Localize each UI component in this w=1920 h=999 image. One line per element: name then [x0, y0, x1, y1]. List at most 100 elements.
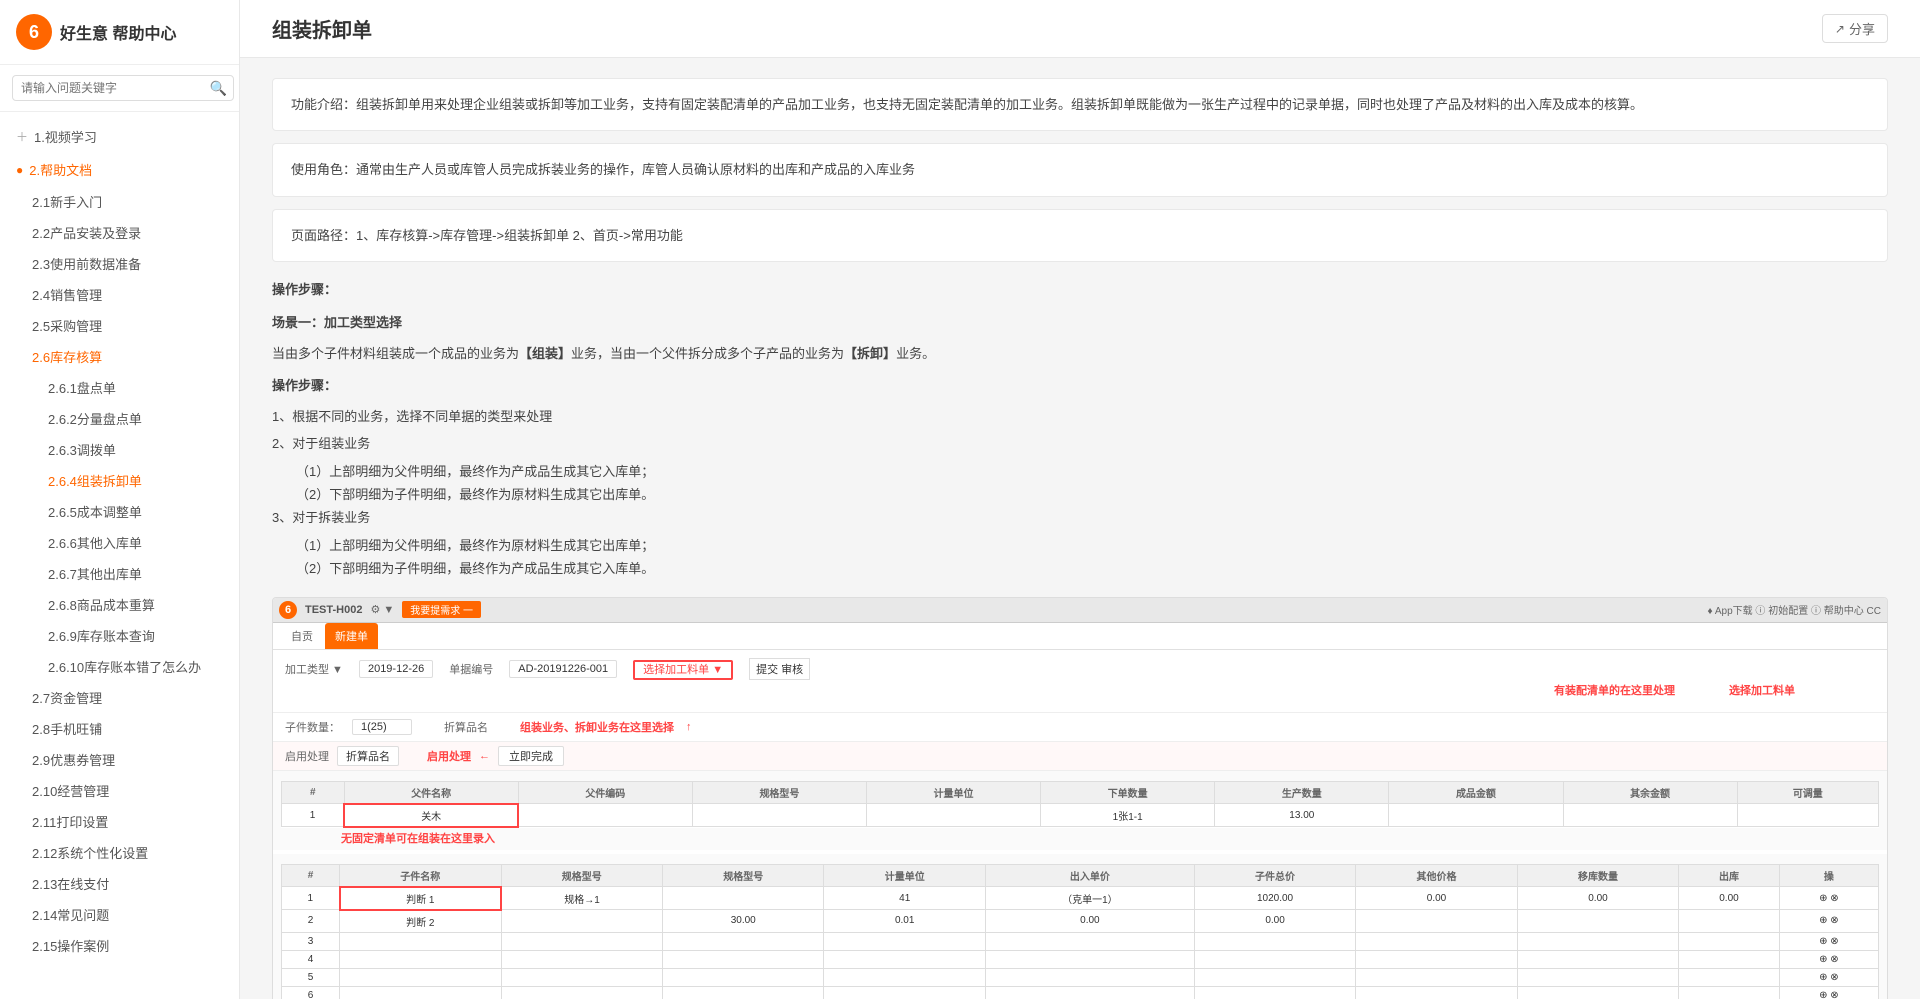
sidebar-item-coupons[interactable]: 2.9优惠券管理: [0, 744, 239, 775]
col-other-amt: 其余金额: [1563, 781, 1737, 804]
col2-unit: 计量单位: [824, 864, 985, 887]
intro-box-2: 使用角色：通常由生产人员或库管人员完成拆装业务的操作，库管人员确认原材料的出库和…: [272, 143, 1888, 196]
sim-confirm-btn[interactable]: 立即完成: [498, 746, 564, 766]
sidebar-item-other-out[interactable]: 2.6.7其他出库单: [0, 558, 239, 589]
sidebar-item-ops[interactable]: 2.10经营管理: [0, 775, 239, 806]
scene-desc: 当由多个子件材料组装成一个成品的业务为【组装】业务，当由一个父件拆分成多个子产品…: [272, 342, 1888, 367]
col-avail-qty: 可调量: [1737, 781, 1878, 804]
annotation-arrow-4: ←: [479, 750, 490, 762]
step-3-1: （1）上部明细为父件明细，最终作为原材料生成其它出库单；: [296, 534, 1888, 557]
search-input[interactable]: [12, 75, 234, 101]
sidebar-item-install[interactable]: 2.2产品安装及登录: [0, 217, 239, 248]
sidebar-item-customize[interactable]: 2.12系统个性化设置: [0, 837, 239, 868]
search-icon[interactable]: 🔍: [210, 80, 227, 97]
sidebar-item-inventory[interactable]: 2.6库存核算: [0, 341, 239, 372]
table-row: 3⊕ ⊗: [282, 932, 1879, 950]
search-box: 🔍: [0, 65, 239, 112]
col2-num: #: [282, 864, 340, 887]
annotation-arrow-3: ↑: [686, 721, 692, 733]
sidebar-item-assembly[interactable]: 2.6.4组装拆卸单: [0, 465, 239, 496]
step-2-1: （1）上部明细为父件明细，最终作为产成品生成其它入库单；: [296, 460, 1888, 483]
col-parent-code: 父件编码: [518, 781, 692, 804]
table-row: 2 判断 2 30.00 0.01 0.00 0.00 ⊕ ⊗: [282, 910, 1879, 933]
breadcrumb-box: 页面路径：1、库存核算->库存管理->组装拆卸单 2、首页->常用功能: [272, 209, 1888, 262]
sidebar-item-video[interactable]: ＋ 1.视频学习: [0, 120, 239, 153]
sidebar-item-stock-ledger[interactable]: 2.6.9库存账本查询: [0, 620, 239, 651]
sim-form-type-label: 加工类型 ▼: [285, 661, 343, 677]
col-unit: 计量单位: [867, 781, 1041, 804]
app-title: 好生意 帮助中心: [60, 20, 176, 44]
sidebar-item-docs[interactable]: ● 2.帮助文档: [0, 153, 239, 186]
intro-box-1: 功能介绍：组装拆卸单用来处理企业组装或拆卸等加工业务，支持有固定装配清单的产品加…: [272, 78, 1888, 131]
page-title: 组装拆卸单: [272, 14, 372, 43]
child-name-cell-1[interactable]: 判断 1: [340, 887, 501, 910]
table-row: 1 关木 1张1-1 13.00: [282, 804, 1879, 827]
col-order-qty: 下单数量: [1041, 781, 1215, 804]
sidebar: 6 好生意 帮助中心 🔍 ＋ 1.视频学习 ● 2.帮助文档 2.1新手入门 2…: [0, 0, 240, 999]
col2-price: 出入单价: [985, 864, 1194, 887]
page-body: 功能介绍：组装拆卸单用来处理企业组装或拆卸等加工业务，支持有固定装配清单的产品加…: [240, 58, 1920, 999]
sim-form-num-label: 单据编号: [449, 661, 493, 677]
screenshot-wrapper: 6 TEST-H002 ⚙ ▼ 我要提需求 一 ♦ App下载 ⓘ 初始配置 ⓘ…: [272, 597, 1888, 999]
sidebar-item-payment[interactable]: 2.13在线支付: [0, 868, 239, 899]
sidebar-item-cost-recalc[interactable]: 2.6.8商品成本重算: [0, 589, 239, 620]
sidebar-item-faq[interactable]: 2.14常见问题: [0, 899, 239, 930]
sidebar-item-other-in[interactable]: 2.6.6其他入库单: [0, 527, 239, 558]
sidebar-item-sales[interactable]: 2.4销售管理: [0, 279, 239, 310]
sim-form-date-input[interactable]: 2019-12-26: [359, 660, 433, 678]
sim-topbar-spacer: ⚙ ▼: [370, 603, 394, 616]
col-prod-amt: 成品金额: [1389, 781, 1563, 804]
sim-tab-new[interactable]: 新建单: [325, 623, 378, 649]
sim-form-num-input[interactable]: AD-20191226-001: [509, 660, 617, 678]
sidebar-item-mobile[interactable]: 2.8手机旺铺: [0, 713, 239, 744]
col2-name: 子件名称: [340, 864, 501, 887]
sidebar-item-partial-stocktake[interactable]: 2.6.2分量盘点单: [0, 403, 239, 434]
sim-sub-num-input[interactable]: 1(25): [352, 719, 412, 735]
annotation-text-3: 组装业务、拆卸业务在这里选择: [520, 719, 674, 735]
col-num: #: [282, 781, 345, 804]
sidebar-item-cost-adjust[interactable]: 2.6.5成本调整单: [0, 496, 239, 527]
sidebar-item-transfer[interactable]: 2.6.3调拨单: [0, 434, 239, 465]
step-3: 3、对于拆装业务: [272, 506, 1888, 529]
col-prod-qty: 生产数量: [1215, 781, 1389, 804]
sim-enable-input[interactable]: 折算品名: [337, 746, 399, 766]
sidebar-item-purchase[interactable]: 2.5采购管理: [0, 310, 239, 341]
sidebar-item-print[interactable]: 2.11打印设置: [0, 806, 239, 837]
table-row: 5⊕ ⊗: [282, 968, 1879, 986]
sidebar-item-stocktake[interactable]: 2.6.1盘点单: [0, 372, 239, 403]
sim-submit-btn[interactable]: 提交 审核: [749, 658, 810, 680]
table-row: 4⊕ ⊗: [282, 950, 1879, 968]
page-header: 组装拆卸单 ↗ 分享: [240, 0, 1920, 58]
sim-annotation-btn1[interactable]: 选择加工料单 ▼: [633, 660, 733, 680]
sim-table-parent: # 父件名称 父件编码 规格型号 计量单位 下单数量 生产数量 成品金额 其余金…: [281, 781, 1879, 828]
logo-area: 6 好生意 帮助中心: [0, 0, 239, 65]
share-button[interactable]: ↗ 分享: [1822, 14, 1888, 43]
sidebar-item-cases[interactable]: 2.15操作案例: [0, 930, 239, 961]
col2-other: 其他价格: [1356, 864, 1517, 887]
sidebar-item-newbie[interactable]: 2.1新手入门: [0, 186, 239, 217]
sim-logo: 6: [279, 601, 297, 619]
child-name-cell-2[interactable]: 判断 2: [340, 910, 501, 933]
sim-req-btn[interactable]: 我要提需求 一: [402, 601, 481, 618]
main-content: 组装拆卸单 ↗ 分享 功能介绍：组装拆卸单用来处理企业组装或拆卸等加工业务，支持…: [240, 0, 1920, 999]
sidebar-item-stock-error[interactable]: 2.6.10库存账本错了怎么办: [0, 651, 239, 682]
step-3-2: （2）下部明细为子件明细，最终作为产成品生成其它入库单。: [296, 557, 1888, 580]
col2-actions: 操: [1779, 864, 1878, 887]
nav-list: ＋ 1.视频学习 ● 2.帮助文档 2.1新手入门 2.2产品安装及登录 2.3…: [0, 112, 239, 999]
sim-tab-home[interactable]: 自贡: [281, 623, 323, 649]
annotation-text-5: 无固定清单可在组装在这里录入: [341, 830, 1879, 846]
share-icon: ↗: [1835, 22, 1845, 36]
parent-name-cell[interactable]: 关木: [344, 804, 518, 827]
sim-prod-label: 折算品名: [444, 719, 488, 735]
sidebar-item-data-prep[interactable]: 2.3使用前数据准备: [0, 248, 239, 279]
table-row: 1 判断 1 规格→1 41 （克单一1） 1020.00 0.00 0.00 …: [282, 887, 1879, 910]
col2-out: 出库: [1679, 864, 1780, 887]
sidebar-item-finance[interactable]: 2.7资金管理: [0, 682, 239, 713]
col2-spec1: 规格型号: [501, 864, 662, 887]
sim-sub-num-label: 子件数量：: [285, 719, 340, 735]
annotation-text-2: 选择加工料单: [1729, 682, 1795, 698]
table-row: 6⊕ ⊗: [282, 986, 1879, 999]
sim-topbar-right: ♦ App下载 ⓘ 初始配置 ⓘ 帮助中心 CC: [1708, 602, 1881, 617]
step-2: 2、对于组装业务: [272, 432, 1888, 455]
col2-move: 移库数量: [1517, 864, 1678, 887]
